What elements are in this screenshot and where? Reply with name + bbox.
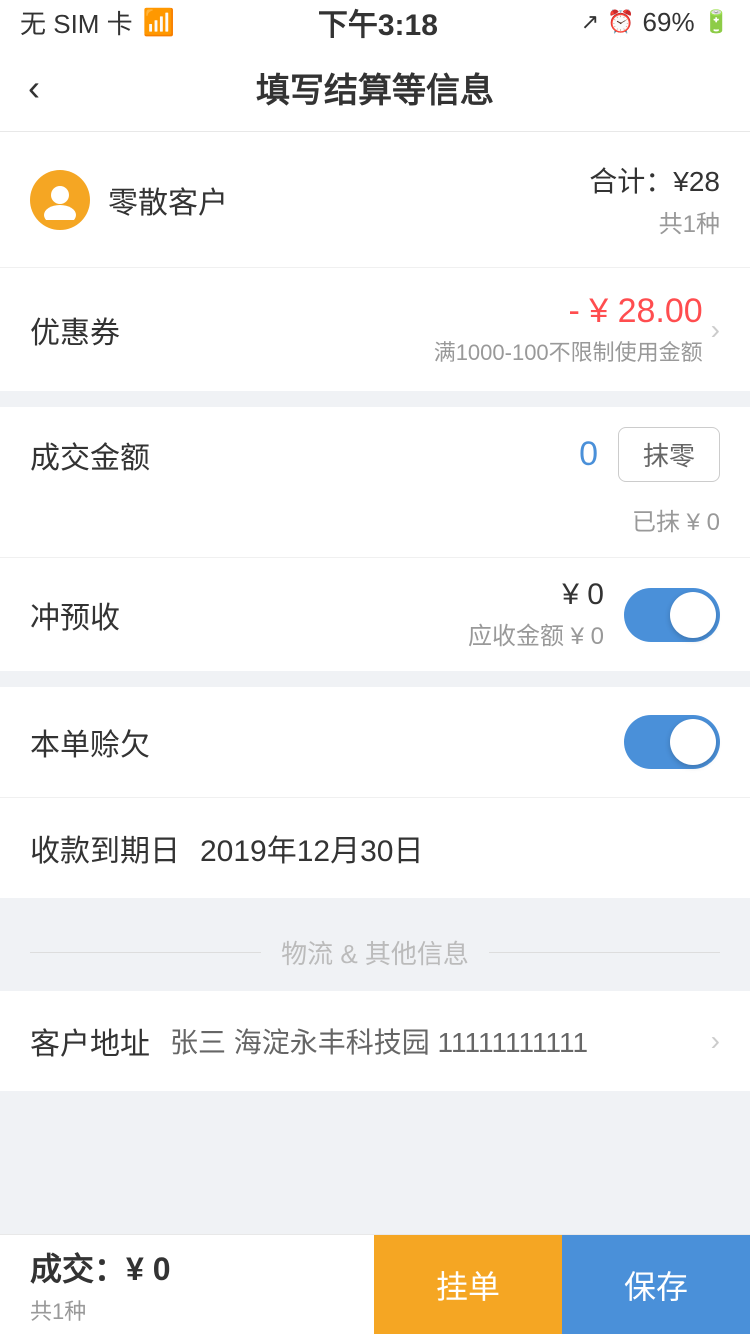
customer-right: 合计：¥28 共1种 bbox=[589, 160, 720, 239]
precollect-amounts: ¥ 0 应收金额 ¥ 0 bbox=[468, 578, 604, 651]
battery-icon: 🔋 bbox=[703, 9, 730, 35]
address-section: 客户地址 张三 海淀永丰科技园 11111111111 › bbox=[0, 991, 750, 1091]
customer-section: 零散客户 合计：¥28 共1种 优惠券 - ¥ 28.00 满1000-100不… bbox=[0, 132, 750, 391]
chevron-right-icon: › bbox=[711, 314, 720, 346]
precollect-main-value: ¥ 0 bbox=[468, 578, 604, 612]
deal-amount-sub: 已抹 ¥ 0 bbox=[0, 502, 750, 557]
customer-name: 零散客户 bbox=[108, 178, 228, 222]
avatar bbox=[30, 170, 90, 230]
debt-row: 本单赊欠 bbox=[0, 687, 750, 797]
debt-section: 本单赊欠 收款到期日 2019年12月30日 bbox=[0, 687, 750, 898]
save-button[interactable]: 保存 bbox=[562, 1235, 750, 1334]
logistics-line-right bbox=[489, 952, 720, 953]
debt-toggle-knob bbox=[670, 719, 716, 765]
status-left: 无 SIM 卡 📶 bbox=[20, 4, 175, 41]
deal-amount-label: 成交金额 bbox=[30, 433, 150, 477]
bottom-info: 成交：¥ 0 共1种 bbox=[0, 1235, 374, 1334]
debt-toggle[interactable] bbox=[624, 715, 720, 769]
precollect-toggle[interactable] bbox=[624, 588, 720, 642]
bottom-bar: 成交：¥ 0 共1种 挂单 保存 bbox=[0, 1234, 750, 1334]
logistics-line-left bbox=[30, 952, 261, 953]
address-value: 张三 海淀永丰科技园 11111111111 bbox=[170, 1021, 711, 1061]
carrier-text: 无 SIM 卡 bbox=[20, 4, 133, 41]
coupon-value-block: - ¥ 28.00 满1000-100不限制使用金额 bbox=[434, 292, 703, 367]
precollect-sub-value: 应收金额 ¥ 0 bbox=[468, 616, 604, 651]
status-bar: 无 SIM 卡 📶 下午3:18 ↗ ⏰ 69% 🔋 bbox=[0, 0, 750, 44]
address-chevron-icon: › bbox=[711, 1025, 720, 1057]
due-date-label: 收款到期日 bbox=[30, 826, 180, 870]
deal-amount-row: 成交金额 0 抹零 bbox=[0, 407, 750, 502]
address-label: 客户地址 bbox=[30, 1019, 150, 1063]
deal-right: 0 抹零 bbox=[579, 427, 720, 482]
customer-left: 零散客户 bbox=[30, 170, 228, 230]
page-title: 填写结算等信息 bbox=[256, 63, 494, 112]
deal-section: 成交金额 0 抹零 已抹 ¥ 0 冲预收 ¥ 0 应收金额 ¥ 0 bbox=[0, 407, 750, 671]
wifi-icon: 📶 bbox=[143, 7, 175, 38]
logistics-divider: 物流 & 其他信息 bbox=[0, 914, 750, 991]
back-button[interactable]: ‹ bbox=[28, 67, 40, 109]
customer-row: 零散客户 合计：¥28 共1种 bbox=[0, 132, 750, 267]
bottom-deal-prefix: 成交： bbox=[30, 1251, 126, 1287]
bottom-deal-value: ¥ 0 bbox=[126, 1251, 170, 1287]
deal-amount-value: 0 bbox=[579, 435, 598, 474]
alarm-icon: ⏰ bbox=[607, 9, 634, 35]
address-row[interactable]: 客户地址 张三 海淀永丰科技园 11111111111 › bbox=[0, 991, 750, 1091]
coupon-label: 优惠券 bbox=[30, 308, 120, 352]
toggle-knob bbox=[670, 592, 716, 638]
hold-button[interactable]: 挂单 bbox=[374, 1235, 562, 1334]
due-date-value: 2019年12月30日 bbox=[200, 826, 423, 870]
total-amount: 合计：¥28 bbox=[589, 160, 720, 200]
coupon-right: - ¥ 28.00 满1000-100不限制使用金额 › bbox=[434, 292, 720, 367]
precollect-label: 冲预收 bbox=[30, 593, 120, 637]
nav-bar: ‹ 填写结算等信息 bbox=[0, 44, 750, 132]
bottom-deal-amount: 成交：¥ 0 bbox=[30, 1244, 344, 1290]
coupon-row[interactable]: 优惠券 - ¥ 28.00 满1000-100不限制使用金额 › bbox=[0, 267, 750, 391]
status-right: ↗ ⏰ 69% 🔋 bbox=[581, 7, 730, 38]
due-date-row[interactable]: 收款到期日 2019年12月30日 bbox=[0, 797, 750, 898]
location-icon: ↗ bbox=[581, 9, 599, 35]
logistics-label: 物流 & 其他信息 bbox=[281, 934, 469, 971]
round-button[interactable]: 抹零 bbox=[618, 427, 720, 482]
debt-label: 本单赊欠 bbox=[30, 720, 150, 764]
coupon-amount: - ¥ 28.00 bbox=[434, 292, 703, 331]
precollect-right: ¥ 0 应收金额 ¥ 0 bbox=[468, 578, 720, 651]
total-count: 共1种 bbox=[589, 204, 720, 239]
coupon-desc: 满1000-100不限制使用金额 bbox=[434, 335, 703, 367]
bottom-count: 共1种 bbox=[30, 1294, 344, 1326]
precollect-row: 冲预收 ¥ 0 应收金额 ¥ 0 bbox=[0, 557, 750, 671]
battery-text: 69% bbox=[643, 7, 695, 38]
status-time: 下午3:18 bbox=[318, 0, 438, 44]
address-chevron: › bbox=[711, 1025, 720, 1057]
